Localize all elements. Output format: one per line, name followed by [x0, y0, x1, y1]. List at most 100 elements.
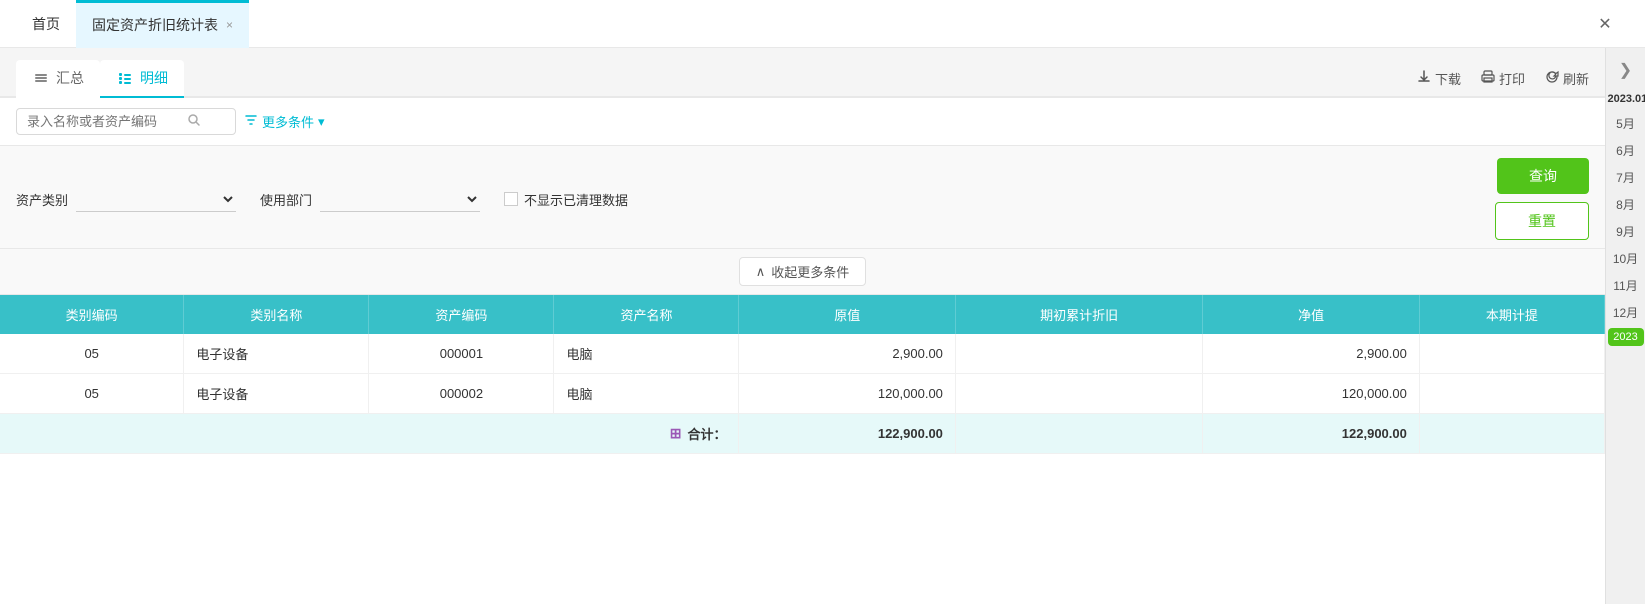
th-accumulated-depreciation: 期初累计折旧: [955, 295, 1203, 334]
cell-asset-name: 电脑: [554, 374, 739, 414]
cell-accumulated-dep: [955, 374, 1203, 414]
collapse-icon: ∧: [756, 264, 766, 280]
refresh-icon: [1545, 70, 1559, 87]
sidebar-date-display: 2023.01: [1608, 88, 1644, 110]
window-close-button[interactable]: ✕: [1581, 0, 1629, 48]
more-conditions-label: 更多条件: [262, 112, 314, 131]
tab-bar: 汇总 明细: [0, 48, 1605, 98]
cell-net-value: 120,000.00: [1203, 374, 1419, 414]
top-nav-right: ✕: [1581, 0, 1629, 48]
cell-current-period: [1419, 334, 1604, 374]
collapse-button[interactable]: ∧ 收起更多条件: [739, 257, 867, 286]
tab-actions: 下载 打印: [1417, 69, 1589, 96]
tab-summary-label: 汇总: [56, 68, 84, 88]
table-body: 05 电子设备 000001 电脑 2,900.00 2,900.00 05 电…: [0, 334, 1605, 454]
th-current-period: 本期计提: [1419, 295, 1604, 334]
th-asset-code: 资产编码: [369, 295, 554, 334]
filter-buttons: 查询 重置: [1495, 158, 1589, 240]
total-accumulated-dep: [955, 414, 1203, 454]
cell-current-period: [1419, 374, 1604, 414]
layers-icon: [32, 69, 50, 87]
sidebar-month-12[interactable]: 12月: [1608, 299, 1644, 326]
asset-type-select[interactable]: [76, 186, 236, 212]
cell-asset-code: 000001: [369, 334, 554, 374]
asset-type-label: 资产类别: [16, 190, 68, 209]
print-icon: [1481, 70, 1495, 87]
total-original-value: 122,900.00: [739, 414, 955, 454]
tab-title: 固定资产折旧统计表: [92, 15, 218, 35]
th-original-value: 原值: [739, 295, 955, 334]
table-wrap: 类别编码 类别名称 资产编码 资产名称 原值 期初累计折旧 净值 本期计提 05…: [0, 295, 1605, 604]
calc-icon: ⊞: [670, 425, 682, 442]
department-select[interactable]: [320, 186, 480, 212]
total-row: ⊞ 合计： 122,900.00 122,900.00: [0, 414, 1605, 454]
refresh-label: 刷新: [1563, 69, 1589, 88]
table-row: 05 电子设备 000001 电脑 2,900.00 2,900.00: [0, 334, 1605, 374]
total-net-value: 122,900.00: [1203, 414, 1419, 454]
tab-detail[interactable]: 明细: [100, 60, 184, 98]
sidebar-month-10[interactable]: 10月: [1608, 245, 1644, 272]
cell-category-name: 电子设备: [184, 374, 369, 414]
filter-row: 资产类别 使用部门 不显示已清理数据 查询 重置: [16, 158, 1589, 240]
tab-summary[interactable]: 汇总: [16, 60, 100, 98]
th-category-name: 类别名称: [184, 295, 369, 334]
refresh-button[interactable]: 刷新: [1545, 69, 1589, 88]
cell-category-code: 05: [0, 374, 184, 414]
sidebar-expand-arrow[interactable]: ❯: [1608, 56, 1644, 84]
asset-type-filter: 资产类别: [16, 186, 236, 212]
cell-accumulated-dep: [955, 334, 1203, 374]
top-nav: 首页 固定资产折旧统计表 × ✕: [0, 0, 1645, 48]
main-tab[interactable]: 固定资产折旧统计表 ×: [76, 0, 249, 48]
collapse-bar: ∧ 收起更多条件: [0, 249, 1605, 295]
cell-asset-code: 000002: [369, 374, 554, 414]
cell-category-name: 电子设备: [184, 334, 369, 374]
sidebar-month-11[interactable]: 11月: [1608, 272, 1644, 299]
total-label-cell: ⊞ 合计：: [0, 414, 739, 454]
list-icon: [116, 69, 134, 87]
left-panel: 汇总 明细: [0, 48, 1605, 604]
search-icon: [187, 113, 201, 130]
download-icon: [1417, 70, 1431, 87]
tab-close-icon[interactable]: ×: [226, 18, 233, 32]
reset-button[interactable]: 重置: [1495, 202, 1589, 240]
filter-icon: [244, 113, 258, 130]
nav-home[interactable]: 首页: [16, 14, 76, 34]
cell-asset-name: 电脑: [554, 334, 739, 374]
query-button[interactable]: 查询: [1497, 158, 1589, 194]
cell-original-value: 120,000.00: [739, 374, 955, 414]
search-input[interactable]: [27, 114, 187, 129]
search-bar: 更多条件 ▾: [0, 98, 1605, 146]
sidebar-month-6[interactable]: 6月: [1608, 137, 1644, 164]
department-filter: 使用部门: [260, 186, 480, 212]
total-current-period: [1419, 414, 1604, 454]
department-label: 使用部门: [260, 190, 312, 209]
sidebar-month-5[interactable]: 5月: [1608, 110, 1644, 137]
cell-category-code: 05: [0, 334, 184, 374]
cell-original-value: 2,900.00: [739, 334, 955, 374]
cleared-data-filter: 不显示已清理数据: [504, 190, 628, 209]
cell-net-value: 2,900.00: [1203, 334, 1419, 374]
filter-panel: 资产类别 使用部门 不显示已清理数据 查询 重置: [0, 146, 1605, 249]
sidebar-month-8[interactable]: 8月: [1608, 191, 1644, 218]
table-row: 05 电子设备 000002 电脑 120,000.00 120,000.00: [0, 374, 1605, 414]
total-label-text: 合计：: [687, 424, 726, 443]
download-button[interactable]: 下载: [1417, 69, 1461, 88]
right-sidebar: ❯ 2023.01 5月 6月 7月 8月 9月 10月 11月 12月 202…: [1605, 48, 1645, 604]
th-category-code: 类别编码: [0, 295, 184, 334]
th-net-value: 净值: [1203, 295, 1419, 334]
download-label: 下载: [1435, 69, 1461, 88]
more-conditions-button[interactable]: 更多条件 ▾: [244, 112, 325, 131]
cleared-data-label: 不显示已清理数据: [524, 190, 628, 209]
collapse-label: 收起更多条件: [771, 262, 849, 281]
chevron-down-icon: ▾: [318, 114, 325, 130]
sidebar-month-9[interactable]: 9月: [1608, 218, 1644, 245]
th-asset-name: 资产名称: [554, 295, 739, 334]
cleared-data-checkbox[interactable]: [504, 192, 518, 206]
tab-detail-label: 明细: [140, 68, 168, 88]
table-header-row: 类别编码 类别名称 资产编码 资产名称 原值 期初累计折旧 净值 本期计提: [0, 295, 1605, 334]
sidebar-month-7[interactable]: 7月: [1608, 164, 1644, 191]
data-table: 类别编码 类别名称 资产编码 资产名称 原值 期初累计折旧 净值 本期计提 05…: [0, 295, 1605, 454]
search-wrap: [16, 108, 236, 135]
print-button[interactable]: 打印: [1481, 69, 1525, 88]
sidebar-year-badge[interactable]: 2023: [1608, 328, 1644, 346]
